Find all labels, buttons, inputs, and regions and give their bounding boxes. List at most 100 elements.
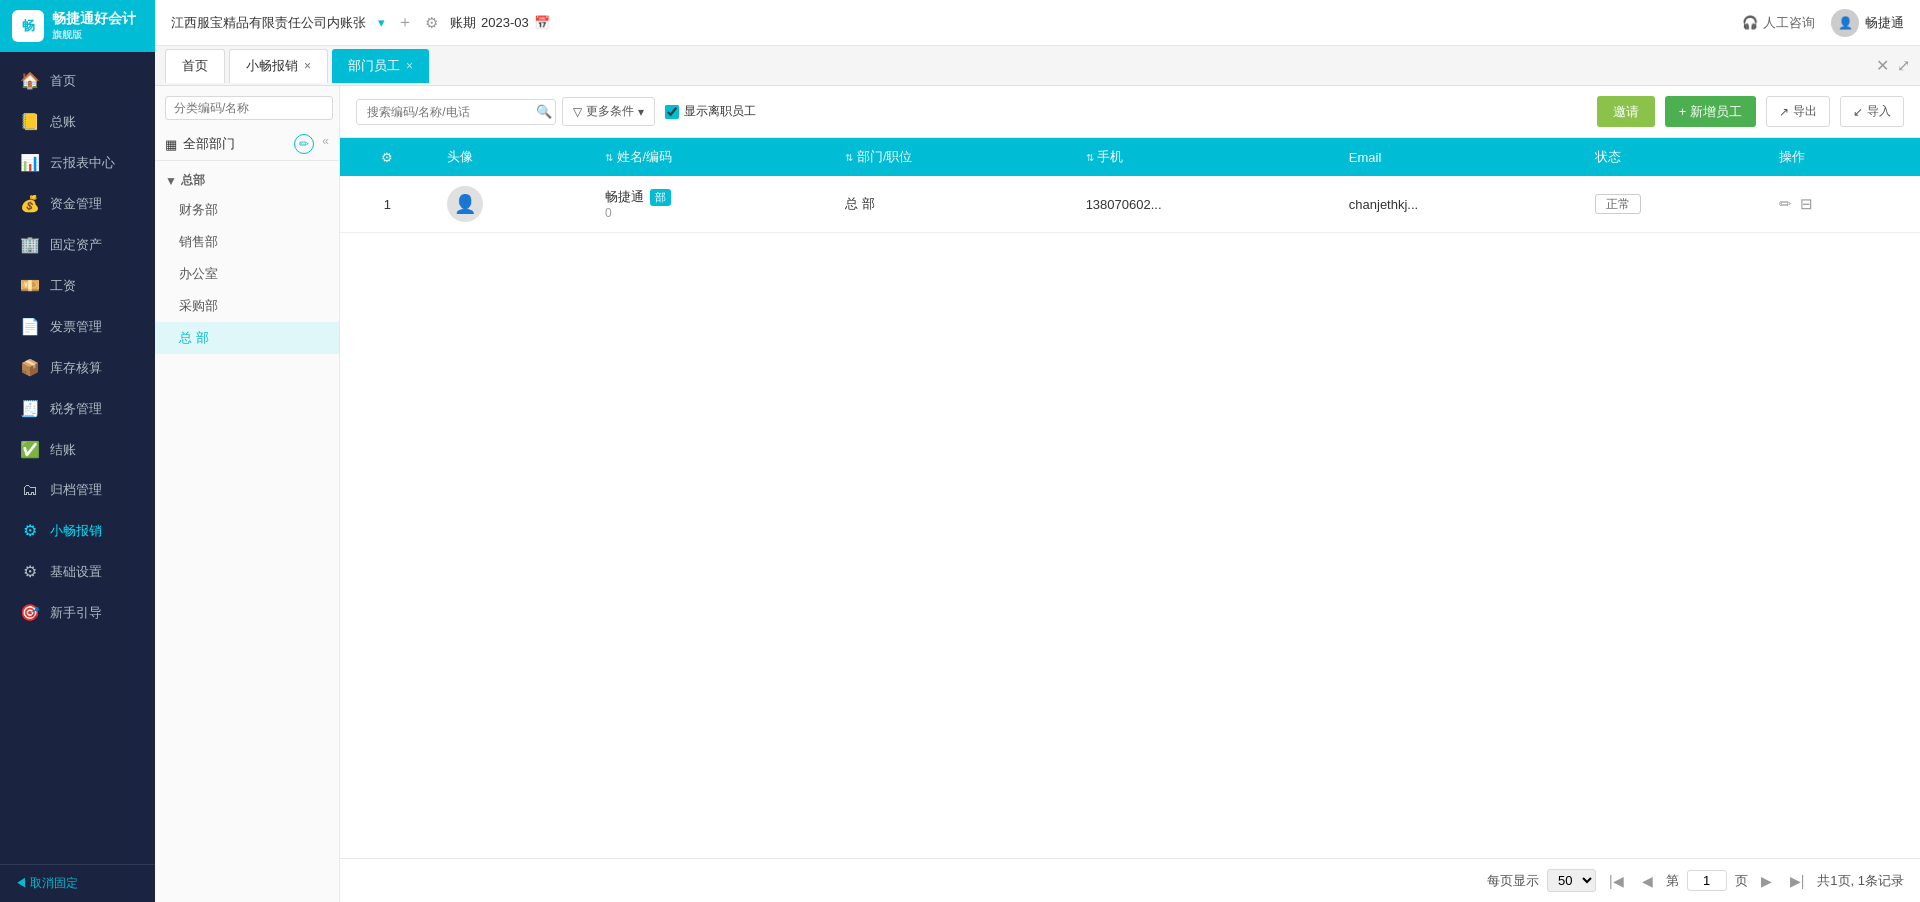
avatar: 👤	[1831, 9, 1859, 37]
employee-table-container: ⚙ 头像 ⇅ 姓名/编码 ⇅ 部门/职位	[340, 138, 1920, 858]
dept-item-purchase[interactable]: 采购部	[155, 290, 339, 322]
col-status-header: 状态	[1583, 138, 1767, 176]
collapse-dept-icon[interactable]: «	[322, 134, 329, 154]
page-label: 页	[1735, 872, 1748, 890]
sidebar-item-home[interactable]: 🏠 首页	[0, 60, 155, 101]
sidebar-item-inventory-label: 库存核算	[50, 359, 102, 377]
edit-dept-icon[interactable]: ✏	[294, 134, 314, 154]
customer-service-btn[interactable]: 🎧 人工咨询	[1742, 14, 1815, 32]
grid-icon: ▦	[165, 137, 177, 152]
last-page-btn[interactable]: ▶|	[1785, 871, 1810, 891]
settings-icon: ⚙	[20, 562, 40, 581]
sidebar-item-funds-label: 资金管理	[50, 195, 102, 213]
per-page-select[interactable]: 50	[1547, 869, 1596, 892]
employee-search-input[interactable]	[356, 99, 556, 125]
sidebar-item-assets[interactable]: 🏢 固定资产	[0, 224, 155, 265]
sort-phone-icon: ⇅	[1086, 152, 1094, 163]
export-btn[interactable]: ↗ 导出	[1766, 96, 1830, 127]
tab-expense[interactable]: 小畅报销 ×	[229, 49, 328, 83]
expand-tab-icon[interactable]: ⤢	[1897, 56, 1910, 75]
action-buttons: ✏ ⊟	[1779, 195, 1908, 213]
logout-employee-btn[interactable]: ⊟	[1800, 195, 1813, 213]
row-status-cell: 正常	[1583, 176, 1767, 233]
row-phone-cell: 138070602...	[1074, 176, 1337, 233]
tab-expense-close-icon[interactable]: ×	[304, 59, 311, 73]
tab-employees-close-icon[interactable]: ×	[406, 59, 413, 73]
prev-page-btn[interactable]: ◀	[1637, 871, 1658, 891]
col-phone-header[interactable]: ⇅ 手机	[1074, 138, 1337, 176]
row-email-cell: chanjethkj...	[1337, 176, 1583, 233]
employee-code-text: 0	[605, 206, 821, 220]
dept-group-root: ▼ 总部	[155, 167, 339, 194]
left-panel: 🔍 ▦ 全部部门 ✏ « ▼ 总部 财务部 销售部	[155, 86, 340, 902]
sidebar-item-payroll[interactable]: 💴 工资	[0, 265, 155, 306]
next-page-btn[interactable]: ▶	[1756, 871, 1777, 891]
sidebar-item-invoice-label: 发票管理	[50, 318, 102, 336]
user-name: 畅捷通	[1865, 14, 1904, 32]
sidebar-item-reports[interactable]: 📊 云报表中心	[0, 142, 155, 183]
page-number-input[interactable]	[1687, 870, 1727, 891]
tab-home[interactable]: 首页	[165, 49, 225, 83]
ledger-icon: 📒	[20, 112, 40, 131]
filter-icon: ▽	[573, 105, 582, 119]
filter-label: 更多条件	[586, 103, 634, 120]
invite-label: 邀请	[1613, 104, 1639, 119]
sidebar-item-guide[interactable]: 🎯 新手引导	[0, 592, 155, 633]
sidebar-item-funds[interactable]: 💰 资金管理	[0, 183, 155, 224]
show-resigned-toggle[interactable]: 显示离职员工	[665, 103, 756, 120]
col-name-header[interactable]: ⇅ 姓名/编码	[593, 138, 833, 176]
tab-employees[interactable]: 部门员工 ×	[332, 49, 429, 83]
company-name: 江西服宝精品有限责任公司内账张	[171, 14, 366, 32]
close-tab-icon[interactable]: ✕	[1876, 56, 1889, 75]
sidebar-item-tax-label: 税务管理	[50, 400, 102, 418]
sidebar-item-home-label: 首页	[50, 72, 76, 90]
show-resigned-checkbox[interactable]	[665, 105, 679, 119]
all-departments-label: 全部部门	[183, 135, 235, 153]
dept-office-label: 办公室	[179, 266, 218, 281]
right-panel: 🔍 ▽ 更多条件 ▾ 显示离职员工 邀请 + 新增员工	[340, 86, 1920, 902]
user-profile-btn[interactable]: 👤 畅捷通	[1831, 9, 1904, 37]
expense-icon: ⚙	[20, 521, 40, 540]
sidebar-footer-unpin[interactable]: ◀ 取消固定	[0, 864, 155, 902]
employee-toolbar: 🔍 ▽ 更多条件 ▾ 显示离职员工 邀请 + 新增员工	[340, 86, 1920, 138]
row-index: 1	[340, 176, 435, 233]
home-icon: 🏠	[20, 71, 40, 90]
top-header: 江西服宝精品有限责任公司内账张 ▾ ＋ ⚙ 账期 2023-03 📅 🎧 人工咨…	[155, 0, 1920, 46]
invite-btn[interactable]: 邀请	[1597, 96, 1655, 127]
add-employee-label: + 新增员工	[1679, 103, 1742, 121]
dept-search-input[interactable]	[165, 96, 333, 120]
import-label: 导入	[1867, 103, 1891, 120]
sidebar-item-settlement[interactable]: ✅ 结账	[0, 429, 155, 470]
add-company-icon[interactable]: ＋	[397, 12, 413, 33]
company-dropdown-icon[interactable]: ▾	[378, 15, 385, 30]
dept-item-sales[interactable]: 销售部	[155, 226, 339, 258]
dept-item-finance[interactable]: 财务部	[155, 194, 339, 226]
dept-item-office[interactable]: 办公室	[155, 258, 339, 290]
sidebar-item-tax[interactable]: 🧾 税务管理	[0, 388, 155, 429]
sidebar-nav: 🏠 首页 📒 总账 📊 云报表中心 💰 资金管理 🏢 固定资产 💴 工资 📄 发…	[0, 52, 155, 864]
main-area: 江西服宝精品有限责任公司内账张 ▾ ＋ ⚙ 账期 2023-03 📅 🎧 人工咨…	[155, 0, 1920, 902]
per-page-label: 每页显示	[1487, 872, 1539, 890]
first-page-btn[interactable]: |◀	[1604, 871, 1629, 891]
tab-expense-label: 小畅报销	[246, 57, 298, 75]
dept-item-general[interactable]: 总 部	[155, 322, 339, 354]
settings-gear-icon[interactable]: ⚙	[425, 14, 438, 32]
filter-conditions-btn[interactable]: ▽ 更多条件 ▾	[562, 97, 655, 126]
sidebar-item-archive[interactable]: 🗂 归档管理	[0, 470, 155, 510]
col-settings-icon[interactable]: ⚙	[340, 138, 435, 176]
add-employee-btn[interactable]: + 新增员工	[1665, 96, 1756, 127]
dept-purchase-label: 采购部	[179, 298, 218, 313]
col-dept-header[interactable]: ⇅ 部门/职位	[833, 138, 1073, 176]
sidebar-item-expense[interactable]: ⚙ 小畅报销	[0, 510, 155, 551]
sidebar-item-ledger[interactable]: 📒 总账	[0, 101, 155, 142]
sidebar-item-settings[interactable]: ⚙ 基础设置	[0, 551, 155, 592]
sort-name-icon: ⇅	[605, 152, 613, 163]
settlement-icon: ✅	[20, 440, 40, 459]
employee-search-icon[interactable]: 🔍	[536, 104, 552, 119]
period-label: 账期	[450, 14, 476, 32]
import-btn[interactable]: ↙ 导入	[1840, 96, 1904, 127]
calendar-icon[interactable]: 📅	[534, 15, 550, 30]
sidebar-item-invoice[interactable]: 📄 发票管理	[0, 306, 155, 347]
sidebar-item-inventory[interactable]: 📦 库存核算	[0, 347, 155, 388]
edit-employee-btn[interactable]: ✏	[1779, 195, 1792, 213]
